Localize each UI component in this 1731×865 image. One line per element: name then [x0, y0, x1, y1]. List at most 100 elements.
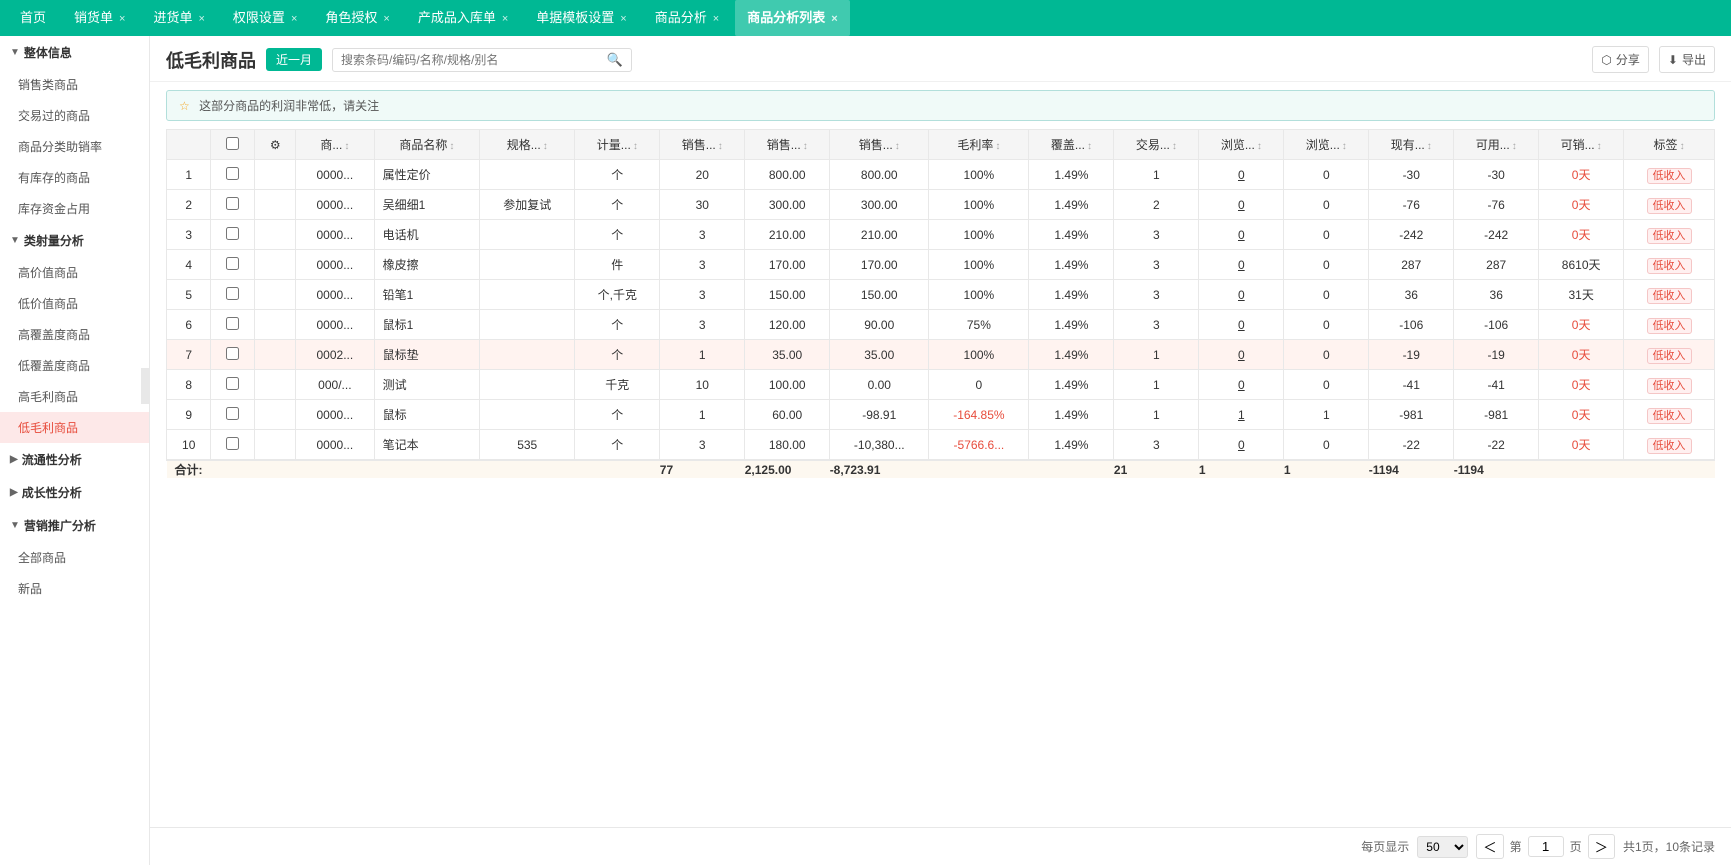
next-page-button[interactable]: ＞ — [1588, 834, 1615, 859]
sidebar-collapse-button[interactable]: 《 — [141, 368, 150, 404]
sidebar-item-high-coverage[interactable]: 高覆盖度商品 — [0, 319, 149, 350]
total-row: 合计: 77 2,125.00 -8,723.91 21 1 1 -1194 -… — [167, 460, 1715, 478]
cell-browse1[interactable]: 0 — [1199, 370, 1284, 400]
sidebar-group-overall[interactable]: ▼ 整体信息 — [0, 36, 149, 69]
cell-coverage: 1.49% — [1029, 370, 1114, 400]
close-sales-icon[interactable]: × — [119, 13, 125, 25]
col-spec[interactable]: 规格...↕ — [480, 130, 575, 160]
nav-roles[interactable]: 角色授权× — [313, 0, 401, 36]
share-button[interactable]: ⬡ 分享 — [1592, 46, 1649, 73]
sidebar-item-low-profit[interactable]: 低毛利商品 — [0, 412, 149, 443]
cell-spec — [480, 370, 575, 400]
col-browse2[interactable]: 浏览...↕ — [1284, 130, 1369, 160]
row-checkbox[interactable] — [226, 287, 239, 300]
sidebar-item-stock-capital[interactable]: 库存资金占用 — [0, 193, 149, 224]
cell-sales-price: 150.00 — [745, 280, 830, 310]
sidebar-item-new-goods[interactable]: 新品 — [0, 573, 149, 604]
cell-browse1[interactable]: 0 — [1199, 220, 1284, 250]
cell-sales-price: 120.00 — [745, 310, 830, 340]
nav-permissions[interactable]: 权限设置× — [221, 0, 309, 36]
cell-name: 电话机 — [374, 220, 479, 250]
nav-home[interactable]: 首页 — [8, 0, 58, 36]
close-purchase-icon[interactable]: × — [198, 13, 204, 25]
page-input[interactable] — [1528, 836, 1564, 857]
col-sales-amount[interactable]: 销售...↕ — [830, 130, 929, 160]
prev-page-button[interactable]: ＜ — [1476, 834, 1503, 859]
row-checkbox[interactable] — [226, 407, 239, 420]
cell-browse1[interactable]: 1 — [1199, 400, 1284, 430]
cell-browse2: 0 — [1284, 250, 1369, 280]
cell-browse1[interactable]: 0 — [1199, 160, 1284, 190]
row-checkbox[interactable] — [226, 227, 239, 240]
close-permissions-icon[interactable]: × — [291, 13, 297, 25]
col-unit[interactable]: 计量...↕ — [575, 130, 660, 160]
cell-available: -30 — [1454, 160, 1539, 190]
cell-index: 4 — [167, 250, 211, 280]
row-checkbox[interactable] — [226, 347, 239, 360]
col-transaction[interactable]: 交易...↕ — [1114, 130, 1199, 160]
sidebar-item-in-stock[interactable]: 有库存的商品 — [0, 162, 149, 193]
nav-analysis-list[interactable]: 商品分析列表× — [735, 0, 849, 36]
search-input[interactable] — [341, 53, 607, 67]
col-sales-qty[interactable]: 销售...↕ — [660, 130, 745, 160]
sidebar-item-high-value[interactable]: 高价值商品 — [0, 257, 149, 288]
close-analysis-icon[interactable]: × — [713, 13, 719, 25]
sidebar-item-low-value[interactable]: 低价值商品 — [0, 288, 149, 319]
close-template-icon[interactable]: × — [620, 13, 626, 25]
nav-sales[interactable]: 销货单× — [62, 0, 137, 36]
row-checkbox[interactable] — [226, 167, 239, 180]
col-available[interactable]: 可用...↕ — [1454, 130, 1539, 160]
page-size-select[interactable]: 50 10 20 100 — [1417, 836, 1468, 858]
col-saleable[interactable]: 可销...↕ — [1539, 130, 1624, 160]
cell-sales-amount: 35.00 — [830, 340, 929, 370]
export-button[interactable]: ⬇ 导出 — [1659, 46, 1715, 73]
row-checkbox[interactable] — [226, 377, 239, 390]
nav-purchase[interactable]: 进货单× — [141, 0, 216, 36]
cell-index: 7 — [167, 340, 211, 370]
sidebar-item-traded-goods[interactable]: 交易过的商品 — [0, 100, 149, 131]
sidebar-item-sales-goods[interactable]: 销售类商品 — [0, 69, 149, 100]
col-code[interactable]: 商...↕ — [296, 130, 375, 160]
row-checkbox[interactable] — [226, 437, 239, 450]
close-product-entry-icon[interactable]: × — [502, 13, 508, 25]
cell-browse1[interactable]: 0 — [1199, 340, 1284, 370]
sidebar-item-high-profit[interactable]: 高毛利商品 — [0, 381, 149, 412]
col-tag[interactable]: 标签↕ — [1624, 130, 1715, 160]
close-roles-icon[interactable]: × — [383, 13, 389, 25]
sidebar-item-all-goods[interactable]: 全部商品 — [0, 542, 149, 573]
cell-browse1[interactable]: 0 — [1199, 190, 1284, 220]
col-gross-rate[interactable]: 毛利率↕ — [929, 130, 1029, 160]
cell-sales-amount: -10,380... — [830, 430, 929, 461]
sidebar-group-flow[interactable]: ▶ 流通性分析 — [0, 443, 149, 476]
sidebar-group-analysis[interactable]: ▼ 类射量分析 — [0, 224, 149, 257]
col-name[interactable]: 商品名称↕ — [374, 130, 479, 160]
cell-tag: 低收入 — [1624, 430, 1715, 461]
col-browse1[interactable]: 浏览...↕ — [1199, 130, 1284, 160]
cell-checkbox — [211, 400, 255, 430]
row-checkbox[interactable] — [226, 257, 239, 270]
close-analysis-list-icon[interactable]: × — [831, 13, 837, 25]
cell-transaction: 3 — [1114, 280, 1199, 310]
row-checkbox[interactable] — [226, 317, 239, 330]
cell-browse1[interactable]: 0 — [1199, 250, 1284, 280]
col-current[interactable]: 现有...↕ — [1369, 130, 1454, 160]
select-all-checkbox[interactable] — [226, 137, 239, 150]
col-sales-price[interactable]: 销售...↕ — [745, 130, 830, 160]
sidebar-item-category-rate[interactable]: 商品分类助销率 — [0, 131, 149, 162]
sidebar-item-low-coverage[interactable]: 低覆盖度商品 — [0, 350, 149, 381]
table-row: 6 0000... 鼠标1 个 3 120.00 90.00 75% 1.49%… — [167, 310, 1715, 340]
nav-product-entry[interactable]: 产成品入库单× — [406, 0, 520, 36]
nav-template[interactable]: 单据模板设置× — [524, 0, 638, 36]
cell-browse1[interactable]: 0 — [1199, 430, 1284, 461]
cell-empty — [255, 310, 296, 340]
row-checkbox[interactable] — [226, 197, 239, 210]
col-coverage[interactable]: 覆盖...↕ — [1029, 130, 1114, 160]
cell-browse1[interactable]: 0 — [1199, 280, 1284, 310]
page-label-2: 页 — [1570, 838, 1582, 855]
nav-analysis[interactable]: 商品分析× — [643, 0, 731, 36]
filter-recent-month-button[interactable]: 近一月 — [266, 48, 322, 71]
sidebar-group-marketing[interactable]: ▼ 营销推广分析 — [0, 509, 149, 542]
page-size-label: 每页显示 — [1361, 838, 1409, 855]
cell-browse1[interactable]: 0 — [1199, 310, 1284, 340]
sidebar-group-growth[interactable]: ▶ 成长性分析 — [0, 476, 149, 509]
